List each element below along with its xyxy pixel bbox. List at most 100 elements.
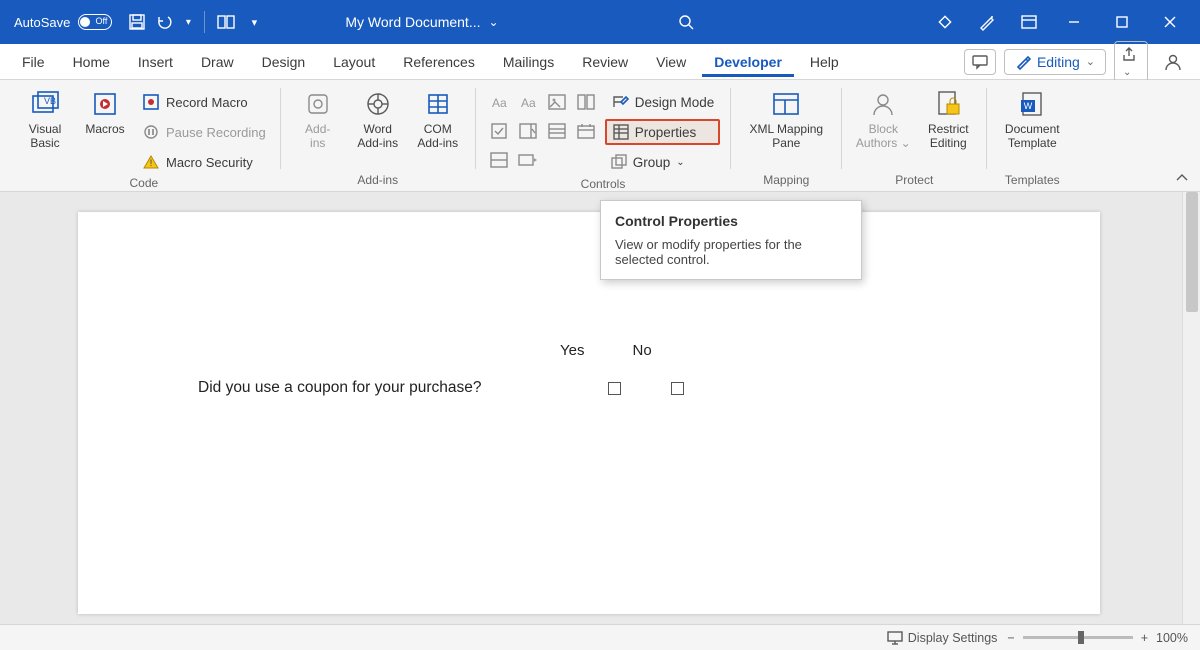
title-bar: AutoSave Off ▾ ▾ My Word Document... ⌄ <box>0 0 1200 44</box>
pause-icon <box>142 123 160 141</box>
customize-qat-icon[interactable]: ▾ <box>243 11 265 33</box>
chevron-down-icon: ⌄ <box>1086 55 1095 68</box>
zoom-slider[interactable] <box>1023 636 1133 639</box>
question-text: Did you use a coupon for your purchase? <box>198 379 558 397</box>
close-button[interactable] <box>1156 8 1184 36</box>
group-label-code: Code <box>130 174 159 191</box>
block-authors-icon <box>867 88 899 120</box>
svg-text:Aa: Aa <box>521 96 536 110</box>
group-label-addins: Add-ins <box>357 171 398 191</box>
save-icon[interactable] <box>126 11 148 33</box>
autosave-toggle[interactable]: Off <box>78 14 112 30</box>
com-addins-icon <box>422 88 454 120</box>
chevron-down-icon: ⌄ <box>489 15 499 29</box>
scrollbar-thumb[interactable] <box>1186 192 1198 312</box>
ribbon-mode-icon[interactable] <box>1018 11 1040 33</box>
group-addins: Add- ins Word Add-ins COM Add-ins Add-in… <box>281 84 475 191</box>
tab-insert[interactable]: Insert <box>126 47 185 77</box>
document-template-icon: W <box>1016 88 1048 120</box>
document-title[interactable]: My Word Document... ⌄ <box>345 14 498 30</box>
record-macro-button[interactable]: Record Macro <box>138 90 270 114</box>
picture-control-icon <box>544 89 570 115</box>
tab-file[interactable]: File <box>10 47 57 77</box>
svg-text:VB: VB <box>44 96 56 106</box>
xml-mapping-icon <box>770 88 802 120</box>
checkbox-control-icon <box>486 118 512 144</box>
design-mode-button[interactable]: Design Mode <box>605 89 721 115</box>
autosave-label: AutoSave <box>14 15 70 30</box>
zoom-level[interactable]: 100% <box>1156 631 1188 645</box>
document-page[interactable]: Yes No Did you use a coupon for your pur… <box>78 212 1100 614</box>
account-button[interactable] <box>1156 47 1190 77</box>
tab-mailings[interactable]: Mailings <box>491 47 566 77</box>
autosave-state: Off <box>96 16 108 26</box>
richtext-control-icon: Aa <box>486 89 512 115</box>
group-controls: Aa Aa Design Mode Properties <box>476 84 731 191</box>
tab-developer[interactable]: Developer <box>702 47 794 77</box>
plaintext-control-icon: Aa <box>515 89 541 115</box>
xml-mapping-button[interactable]: XML Mapping Pane <box>741 86 831 150</box>
group-icon <box>611 154 627 170</box>
zoom-in-button[interactable]: + <box>1141 631 1148 645</box>
restrict-editing-button[interactable]: Restrict Editing <box>920 86 976 150</box>
search-icon[interactable] <box>675 11 697 33</box>
display-settings-button[interactable]: Display Settings <box>887 631 998 645</box>
ribbon-tabs: File Home Insert Draw Design Layout Refe… <box>0 44 1200 80</box>
properties-icon <box>613 124 629 140</box>
addins-icon <box>302 88 334 120</box>
macros-icon <box>89 88 121 120</box>
status-bar: Display Settings − + 100% <box>0 624 1200 650</box>
comments-button[interactable] <box>964 49 996 75</box>
tab-view[interactable]: View <box>644 47 698 77</box>
tooltip-title: Control Properties <box>615 213 847 229</box>
tooltip: Control Properties View or modify proper… <box>600 200 862 280</box>
tab-draw[interactable]: Draw <box>189 47 246 77</box>
group-label-controls: Controls <box>581 175 626 191</box>
macros-button[interactable]: Macros <box>78 86 132 136</box>
group-protect: Block Authors ⌄ Restrict Editing Protect <box>842 84 986 191</box>
checkbox-yes[interactable] <box>608 382 621 395</box>
checkbox-no[interactable] <box>671 382 684 395</box>
datepicker-control-icon <box>573 118 599 144</box>
vertical-scrollbar[interactable] <box>1182 192 1200 624</box>
tab-home[interactable]: Home <box>61 47 122 77</box>
minimize-button[interactable] <box>1060 8 1088 36</box>
svg-text:W: W <box>1024 101 1033 111</box>
restrict-editing-icon <box>932 88 964 120</box>
editing-mode-button[interactable]: Editing ⌄ <box>1004 49 1106 75</box>
tooltip-body: View or modify properties for the select… <box>615 237 847 267</box>
maximize-button[interactable] <box>1108 8 1136 36</box>
addins-button: Add- ins <box>291 86 345 150</box>
buildingblock-control-icon <box>573 89 599 115</box>
group-label-protect: Protect <box>895 171 933 191</box>
chevron-down-icon: ⌄ <box>676 157 684 168</box>
share-button[interactable]: ⌄ <box>1114 41 1148 83</box>
undo-icon[interactable] <box>154 11 176 33</box>
collapse-ribbon-icon[interactable] <box>1174 171 1190 185</box>
com-addins-button[interactable]: COM Add-ins <box>411 86 465 150</box>
group-button: Group ⌄ <box>605 149 721 175</box>
document-template-button[interactable]: W Document Template <box>997 86 1067 150</box>
tab-review[interactable]: Review <box>570 47 640 77</box>
quick-layout-icon[interactable] <box>215 11 237 33</box>
combobox-control-icon <box>515 118 541 144</box>
design-mode-icon <box>611 94 629 110</box>
macro-security-button[interactable]: ! Macro Security <box>138 150 270 174</box>
brush-icon[interactable] <box>976 11 998 33</box>
diamond-icon[interactable] <box>934 11 956 33</box>
pause-recording-button: Pause Recording <box>138 120 270 144</box>
zoom-out-button[interactable]: − <box>1007 631 1014 645</box>
tab-design[interactable]: Design <box>250 47 318 77</box>
tab-layout[interactable]: Layout <box>321 47 387 77</box>
undo-dropdown-icon[interactable]: ▾ <box>182 11 194 33</box>
repeating-control-icon <box>486 147 512 173</box>
visual-basic-button[interactable]: VB Visual Basic <box>18 86 72 150</box>
group-label-templates: Templates <box>1005 171 1060 191</box>
tab-references[interactable]: References <box>391 47 487 77</box>
properties-button[interactable]: Properties <box>605 119 721 145</box>
word-addins-button[interactable]: Word Add-ins <box>351 86 405 150</box>
tab-help[interactable]: Help <box>798 47 851 77</box>
legacy-tools-icon <box>515 147 541 173</box>
block-authors-button: Block Authors ⌄ <box>852 86 914 150</box>
controls-gallery: Aa Aa <box>486 86 599 173</box>
